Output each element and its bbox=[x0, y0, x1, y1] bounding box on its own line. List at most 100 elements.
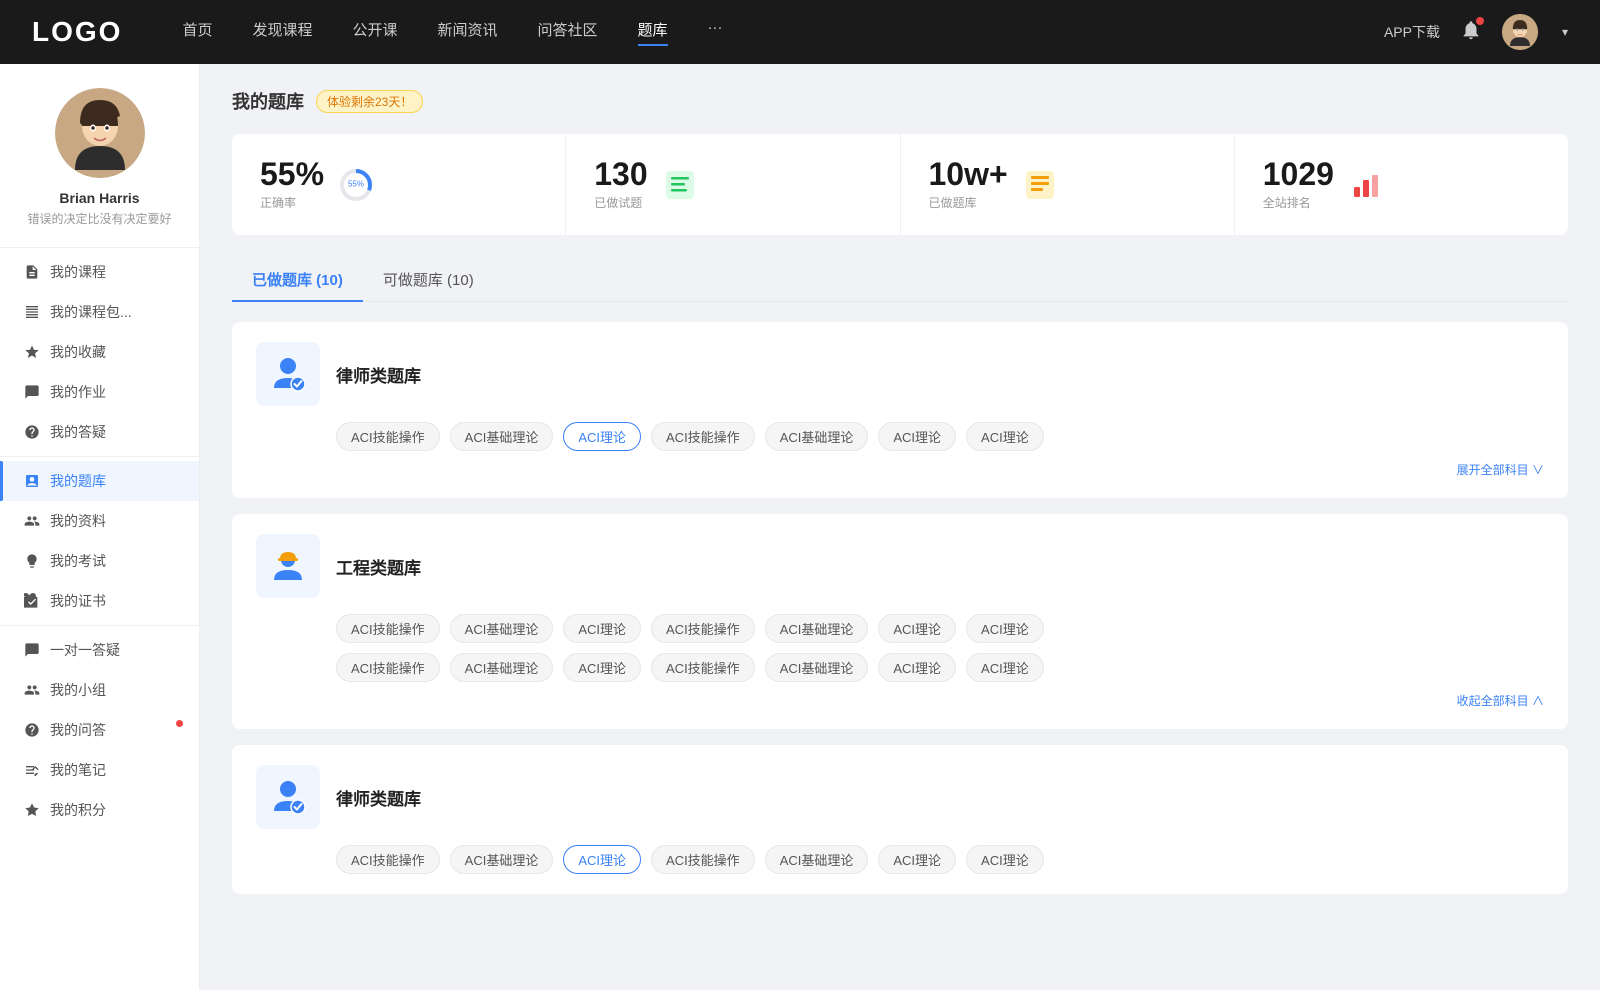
nav-home[interactable]: 首页 bbox=[182, 19, 212, 46]
qb-tag-e1[interactable]: ACI基础理论 bbox=[450, 614, 554, 643]
collapse-button-2[interactable]: 收起全部科目 ∧ bbox=[336, 692, 1544, 709]
qb-card-title-2: 工程类题库 bbox=[336, 554, 421, 579]
stat-questions-done: 130 已做试题 bbox=[566, 134, 900, 235]
qb-tag-e11[interactable]: ACI基础理论 bbox=[765, 653, 869, 682]
stat-questions-value: 130 bbox=[594, 158, 647, 190]
nav-menu: 首页 发现课程 公开课 新闻资讯 问答社区 题库 ··· bbox=[182, 19, 1384, 46]
sidebar-item-exam[interactable]: 我的考试 bbox=[0, 541, 199, 581]
qb-tag-4[interactable]: ACI基础理论 bbox=[765, 422, 869, 451]
nav-question-bank[interactable]: 题库 bbox=[638, 19, 668, 46]
qb-card-header-1: 律师类题库 bbox=[256, 342, 1544, 406]
qb-tag-l4[interactable]: ACI基础理论 bbox=[765, 845, 869, 874]
qb-tag-e8[interactable]: ACI基础理论 bbox=[450, 653, 554, 682]
sidebar-item-points-label: 我的积分 bbox=[50, 800, 106, 820]
nav-qa-community[interactable]: 问答社区 bbox=[538, 19, 598, 46]
nav-news[interactable]: 新闻资讯 bbox=[438, 19, 498, 46]
app-download-button[interactable]: APP下载 bbox=[1384, 22, 1440, 42]
navbar: LOGO 首页 发现课程 公开课 新闻资讯 问答社区 题库 ··· APP下载 bbox=[0, 0, 1600, 64]
qb-tag-e7[interactable]: ACI技能操作 bbox=[336, 653, 440, 682]
qb-tag-l5[interactable]: ACI理论 bbox=[878, 845, 956, 874]
qb-tag-l0[interactable]: ACI技能操作 bbox=[336, 845, 440, 874]
qb-tag-e12[interactable]: ACI理论 bbox=[878, 653, 956, 682]
qb-tag-0[interactable]: ACI技能操作 bbox=[336, 422, 440, 451]
qb-tag-e4[interactable]: ACI基础理论 bbox=[765, 614, 869, 643]
stat-banks-done: 10w+ 已做题库 bbox=[901, 134, 1235, 235]
points-icon bbox=[24, 802, 40, 818]
svg-text:55%: 55% bbox=[348, 179, 364, 188]
sidebar-item-homework-label: 我的作业 bbox=[50, 382, 106, 402]
navbar-right: APP下载 ▾ bbox=[1384, 14, 1568, 50]
sidebar-item-group[interactable]: 我的小组 bbox=[0, 670, 199, 710]
qb-tag-6[interactable]: ACI理论 bbox=[966, 422, 1044, 451]
qb-card-header-3: 律师类题库 bbox=[256, 765, 1544, 829]
notification-dot bbox=[1476, 17, 1484, 25]
nav-open-course[interactable]: 公开课 bbox=[352, 19, 397, 46]
sidebar-item-material[interactable]: 我的资料 bbox=[0, 501, 199, 541]
qb-tag-e10[interactable]: ACI技能操作 bbox=[651, 653, 755, 682]
sidebar-item-note-label: 我的笔记 bbox=[50, 760, 106, 780]
sidebar-item-questionbank-label: 我的题库 bbox=[50, 471, 106, 491]
sidebar-item-points[interactable]: 我的积分 bbox=[0, 790, 199, 830]
sidebar-item-certificate[interactable]: 我的证书 bbox=[0, 581, 199, 621]
sidebar-item-group-label: 我的小组 bbox=[50, 680, 106, 700]
stat-accuracy-value: 55% bbox=[260, 158, 324, 190]
qb-tag-e0[interactable]: ACI技能操作 bbox=[336, 614, 440, 643]
tab-available[interactable]: 可做题库 (10) bbox=[363, 259, 494, 302]
page-wrapper: Brian Harris 错误的决定比没有决定要好 我的课程 我的课程包... bbox=[0, 64, 1600, 990]
stat-ranking-value: 1029 bbox=[1263, 158, 1334, 190]
qb-tag-l2[interactable]: ACI理论 bbox=[563, 845, 641, 874]
qb-tag-2[interactable]: ACI理论 bbox=[563, 422, 641, 451]
expand-button-1[interactable]: 展开全部科目 ∨ bbox=[336, 461, 1544, 478]
questionbank-icon bbox=[24, 473, 40, 489]
question-icon bbox=[24, 424, 40, 440]
qb-tag-l1[interactable]: ACI基础理论 bbox=[450, 845, 554, 874]
qb-tag-e6[interactable]: ACI理论 bbox=[966, 614, 1044, 643]
sidebar: Brian Harris 错误的决定比没有决定要好 我的课程 我的课程包... bbox=[0, 64, 200, 990]
qa-icon bbox=[24, 722, 40, 738]
sidebar-item-my-qa-label: 我的问答 bbox=[50, 720, 106, 740]
tab-done[interactable]: 已做题库 (10) bbox=[232, 259, 363, 302]
qb-tag-5[interactable]: ACI理论 bbox=[878, 422, 956, 451]
qb-tag-e2[interactable]: ACI理论 bbox=[563, 614, 641, 643]
sidebar-item-package[interactable]: 我的课程包... bbox=[0, 292, 199, 332]
nav-discover[interactable]: 发现课程 bbox=[252, 19, 312, 46]
material-icon bbox=[24, 513, 40, 529]
stat-banks-label: 已做题库 bbox=[929, 194, 1008, 211]
sidebar-item-qa[interactable]: 我的答疑 bbox=[0, 412, 199, 452]
page-title: 我的题库 bbox=[232, 88, 304, 114]
qb-tag-e3[interactable]: ACI技能操作 bbox=[651, 614, 755, 643]
sidebar-item-my-qa[interactable]: 我的问答 bbox=[0, 710, 199, 750]
stat-ranking-label: 全站排名 bbox=[1263, 194, 1334, 211]
sidebar-item-tutor[interactable]: 一对一答疑 bbox=[0, 630, 199, 670]
qb-tag-3[interactable]: ACI技能操作 bbox=[651, 422, 755, 451]
main-content: 我的题库 体验剩余23天！ 55% 正确率 55% bbox=[200, 64, 1600, 990]
user-avatar[interactable] bbox=[1502, 14, 1538, 50]
package-icon bbox=[24, 304, 40, 320]
sidebar-item-favorite[interactable]: 我的收藏 bbox=[0, 332, 199, 372]
qb-tag-l3[interactable]: ACI技能操作 bbox=[651, 845, 755, 874]
sidebar-item-course[interactable]: 我的课程 bbox=[0, 252, 199, 292]
nav-more[interactable]: ··· bbox=[708, 19, 723, 46]
qb-tag-1[interactable]: ACI基础理论 bbox=[450, 422, 554, 451]
star-icon bbox=[24, 344, 40, 360]
qb-tag-e9[interactable]: ACI理论 bbox=[563, 653, 641, 682]
stat-ranking: 1029 全站排名 bbox=[1235, 134, 1568, 235]
exam-icon bbox=[24, 553, 40, 569]
qb-tag-e13[interactable]: ACI理论 bbox=[966, 653, 1044, 682]
pie-chart-icon: 55% bbox=[338, 167, 374, 203]
sidebar-item-material-label: 我的资料 bbox=[50, 511, 106, 531]
user-dropdown-arrow[interactable]: ▾ bbox=[1562, 25, 1568, 39]
sidebar-item-exam-label: 我的考试 bbox=[50, 551, 106, 571]
qb-tags-row3: ACI技能操作 ACI基础理论 ACI理论 ACI技能操作 ACI基础理论 AC… bbox=[336, 845, 1544, 874]
sidebar-item-note[interactable]: 我的笔记 bbox=[0, 750, 199, 790]
qb-tag-e5[interactable]: ACI理论 bbox=[878, 614, 956, 643]
notification-bell[interactable] bbox=[1460, 19, 1482, 46]
sidebar-item-homework[interactable]: 我的作业 bbox=[0, 372, 199, 412]
qb-tag-l6[interactable]: ACI理论 bbox=[966, 845, 1044, 874]
stat-questions-label: 已做试题 bbox=[594, 194, 647, 211]
sidebar-divider-top bbox=[0, 247, 199, 248]
sidebar-item-questionbank[interactable]: 我的题库 bbox=[0, 461, 199, 501]
note-icon bbox=[24, 762, 40, 778]
qa-red-dot bbox=[176, 720, 183, 727]
sidebar-item-course-label: 我的课程 bbox=[50, 262, 106, 282]
